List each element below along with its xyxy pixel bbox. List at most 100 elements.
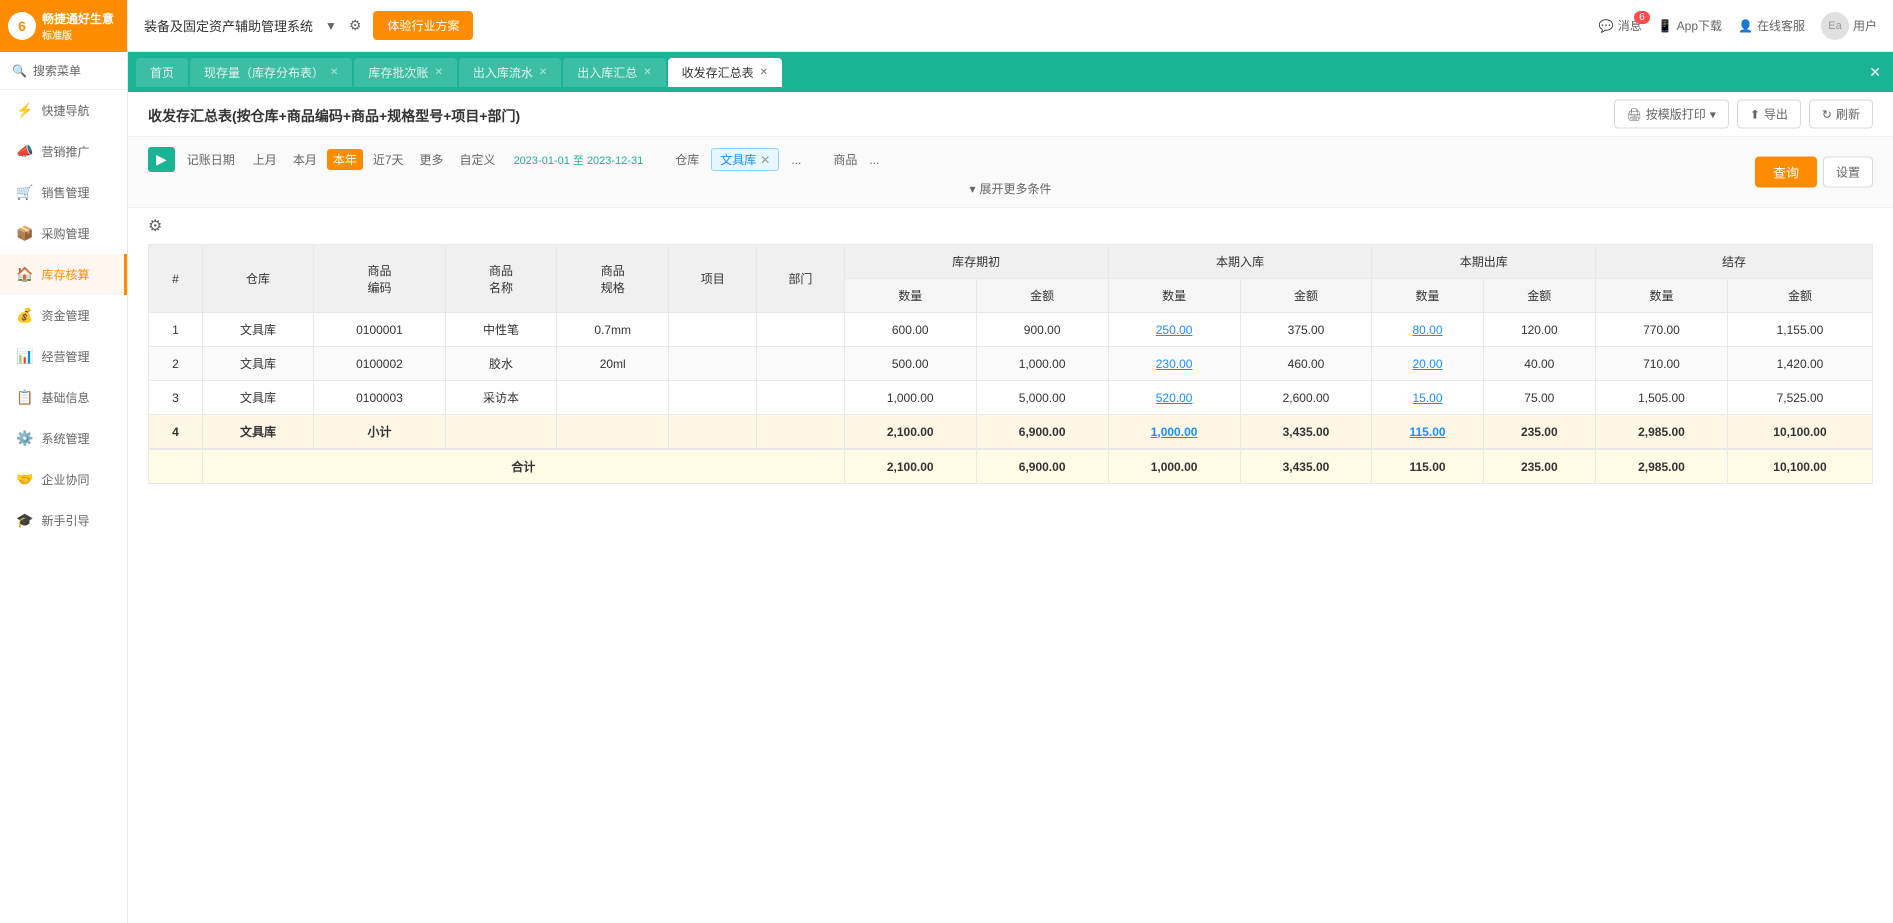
warehouse-filter-label: 仓库 bbox=[675, 151, 699, 168]
marketing-icon: 📣 bbox=[16, 143, 33, 160]
app-download-action[interactable]: 📱 App下载 bbox=[1658, 17, 1722, 34]
print-button[interactable]: 🖨 按模版打印 ▾ bbox=[1614, 100, 1729, 129]
expand-more-btn[interactable]: ▾ 展开更多条件 bbox=[969, 180, 1051, 197]
row1-opening-amt: 900.00 bbox=[976, 313, 1108, 347]
goods-ellipsis[interactable]: ... bbox=[869, 153, 879, 167]
date-btn-custom[interactable]: 自定义 bbox=[454, 149, 502, 170]
subtotal-opening-qty: 2,100.00 bbox=[844, 415, 976, 450]
tab-batch-close[interactable]: ✕ bbox=[434, 67, 442, 78]
query-button[interactable]: 查询 bbox=[1755, 157, 1817, 188]
tab-stock-dist[interactable]: 现存量（库存分布表） ✕ bbox=[190, 58, 352, 87]
sidebar-item-guide[interactable]: 🎓 新手引导 bbox=[0, 500, 127, 541]
tab-in-out-summary-close[interactable]: ✕ bbox=[643, 67, 651, 78]
sidebar-finance-label: 资金管理 bbox=[41, 307, 89, 324]
date-btn-7days[interactable]: 近7天 bbox=[367, 149, 410, 170]
refresh-label: 刷新 bbox=[1836, 106, 1860, 123]
settings-button[interactable]: 设置 bbox=[1823, 157, 1873, 188]
sidebar-item-operation[interactable]: 📊 经营管理 bbox=[0, 336, 127, 377]
total-empty1 bbox=[149, 449, 203, 484]
date-btn-this-year[interactable]: 本年 bbox=[327, 149, 363, 170]
table-area: ⚙ # 仓库 商品编码 商品名称 商品规格 项目 部门 库存期初 本期入库 本期… bbox=[128, 208, 1893, 504]
finance-icon: 💰 bbox=[16, 307, 33, 324]
row1-closing-amt: 1,155.00 bbox=[1727, 313, 1872, 347]
filter-expand-arrow[interactable]: ▶ bbox=[148, 147, 175, 172]
subtotal-in-amt: 3,435.00 bbox=[1240, 415, 1372, 450]
th-out-amt: 金额 bbox=[1483, 279, 1595, 313]
tab-in-out-flow-close[interactable]: ✕ bbox=[539, 67, 547, 78]
refresh-button[interactable]: ↻ 刷新 bbox=[1809, 100, 1873, 129]
online-service-action[interactable]: 👤 在线客服 bbox=[1738, 17, 1805, 34]
date-btn-this-month[interactable]: 本月 bbox=[287, 149, 323, 170]
total-opening-amt: 6,900.00 bbox=[976, 449, 1108, 484]
subtotal-out-qty[interactable]: 115.00 bbox=[1372, 415, 1483, 450]
settings-gear-icon[interactable]: ⚙ bbox=[349, 17, 362, 34]
row3-in-qty[interactable]: 520.00 bbox=[1108, 381, 1240, 415]
tab-home-label: 首页 bbox=[150, 64, 174, 81]
trial-button[interactable]: 体验行业方案 bbox=[373, 11, 473, 40]
tabs-close-all-icon[interactable]: ✕ bbox=[1869, 64, 1881, 81]
tab-stock-dist-close[interactable]: ✕ bbox=[330, 67, 338, 78]
row2-in-amt: 460.00 bbox=[1240, 347, 1372, 381]
sidebar-item-marketing[interactable]: 📣 营销推广 bbox=[0, 131, 127, 172]
user-action[interactable]: Ea 用户 bbox=[1821, 12, 1877, 40]
row1-in-qty[interactable]: 250.00 bbox=[1108, 313, 1240, 347]
row1-index: 1 bbox=[149, 313, 203, 347]
sidebar-purchase-label: 采购管理 bbox=[41, 225, 89, 242]
sidebar-quick-nav-label: 快捷导航 bbox=[41, 102, 89, 119]
tab-batch[interactable]: 库存批次账 ✕ bbox=[354, 58, 456, 87]
th-closing-amt: 金额 bbox=[1727, 279, 1872, 313]
warehouse-tag[interactable]: 文具库 ✕ bbox=[711, 148, 779, 171]
th-department: 部门 bbox=[757, 245, 845, 313]
th-warehouse: 仓库 bbox=[202, 245, 313, 313]
tab-in-out-flow-label: 出入库流水 bbox=[473, 64, 533, 81]
row2-in-qty[interactable]: 230.00 bbox=[1108, 347, 1240, 381]
date-filter-label: 记账日期 bbox=[187, 151, 235, 168]
messages-action[interactable]: 💬 消息 6 bbox=[1599, 17, 1642, 34]
row3-out-qty[interactable]: 15.00 bbox=[1372, 381, 1483, 415]
sidebar-item-finance[interactable]: 💰 资金管理 bbox=[0, 295, 127, 336]
sidebar-corp-label: 企业协同 bbox=[41, 471, 89, 488]
table-col-settings-icon[interactable]: ⚙ bbox=[148, 216, 162, 236]
warehouse-ellipsis[interactable]: ... bbox=[791, 153, 801, 167]
row3-in-amt: 2,600.00 bbox=[1240, 381, 1372, 415]
sidebar-search-item[interactable]: 🔍 搜索菜单 bbox=[0, 52, 127, 90]
row1-out-qty[interactable]: 80.00 bbox=[1372, 313, 1483, 347]
row3-goods-code: 0100003 bbox=[314, 381, 446, 415]
sales-icon: 🛒 bbox=[16, 184, 33, 201]
tab-home[interactable]: 首页 bbox=[136, 58, 188, 87]
sidebar-item-inventory[interactable]: 🏠 库存核算 bbox=[0, 254, 127, 295]
table-subtotal-row: 4 文具库 小计 2,100.00 6,900.00 1,000.00 3,43… bbox=[149, 415, 1873, 450]
tab-recv-send-close[interactable]: ✕ bbox=[760, 67, 768, 78]
date-btn-last-month[interactable]: 上月 bbox=[247, 149, 283, 170]
row3-department bbox=[757, 381, 845, 415]
tab-in-out-summary[interactable]: 出入库汇总 ✕ bbox=[563, 58, 665, 87]
row2-out-qty[interactable]: 20.00 bbox=[1372, 347, 1483, 381]
sidebar-item-corp[interactable]: 🤝 企业协同 bbox=[0, 459, 127, 500]
sidebar-item-basic-info[interactable]: 📋 基础信息 bbox=[0, 377, 127, 418]
row2-out-amt: 40.00 bbox=[1483, 347, 1595, 381]
tab-in-out-flow[interactable]: 出入库流水 ✕ bbox=[459, 58, 561, 87]
warehouse-tag-remove[interactable]: ✕ bbox=[760, 153, 770, 167]
sidebar-item-purchase[interactable]: 📦 采购管理 bbox=[0, 213, 127, 254]
row2-opening-amt: 1,000.00 bbox=[976, 347, 1108, 381]
export-button[interactable]: ⬆ 导出 bbox=[1737, 100, 1801, 129]
sidebar-item-sales[interactable]: 🛒 销售管理 bbox=[0, 172, 127, 213]
subtotal-in-qty[interactable]: 1,000.00 bbox=[1108, 415, 1240, 450]
row3-closing-amt: 7,525.00 bbox=[1727, 381, 1872, 415]
row1-closing-qty: 770.00 bbox=[1596, 313, 1728, 347]
th-goods-code: 商品编码 bbox=[314, 245, 446, 313]
print-dropdown-icon: ▾ bbox=[1710, 107, 1716, 121]
th-index: # bbox=[149, 245, 203, 313]
sidebar-item-system[interactable]: ⚙️ 系统管理 bbox=[0, 418, 127, 459]
print-label: 按模版打印 bbox=[1646, 106, 1706, 123]
system-dropdown[interactable]: ▼ bbox=[325, 19, 337, 33]
row2-opening-qty: 500.00 bbox=[844, 347, 976, 381]
subtotal-goods-name bbox=[445, 415, 556, 450]
sidebar-item-quick-nav[interactable]: ⚡ 快捷导航 bbox=[0, 90, 127, 131]
total-in-amt: 3,435.00 bbox=[1240, 449, 1372, 484]
sidebar-sales-label: 销售管理 bbox=[41, 184, 89, 201]
tab-in-out-summary-label: 出入库汇总 bbox=[577, 64, 637, 81]
user-avatar: Ea bbox=[1821, 12, 1849, 40]
tab-recv-send-summary[interactable]: 收发存汇总表 ✕ bbox=[668, 58, 782, 87]
date-btn-more[interactable]: 更多 bbox=[414, 149, 450, 170]
